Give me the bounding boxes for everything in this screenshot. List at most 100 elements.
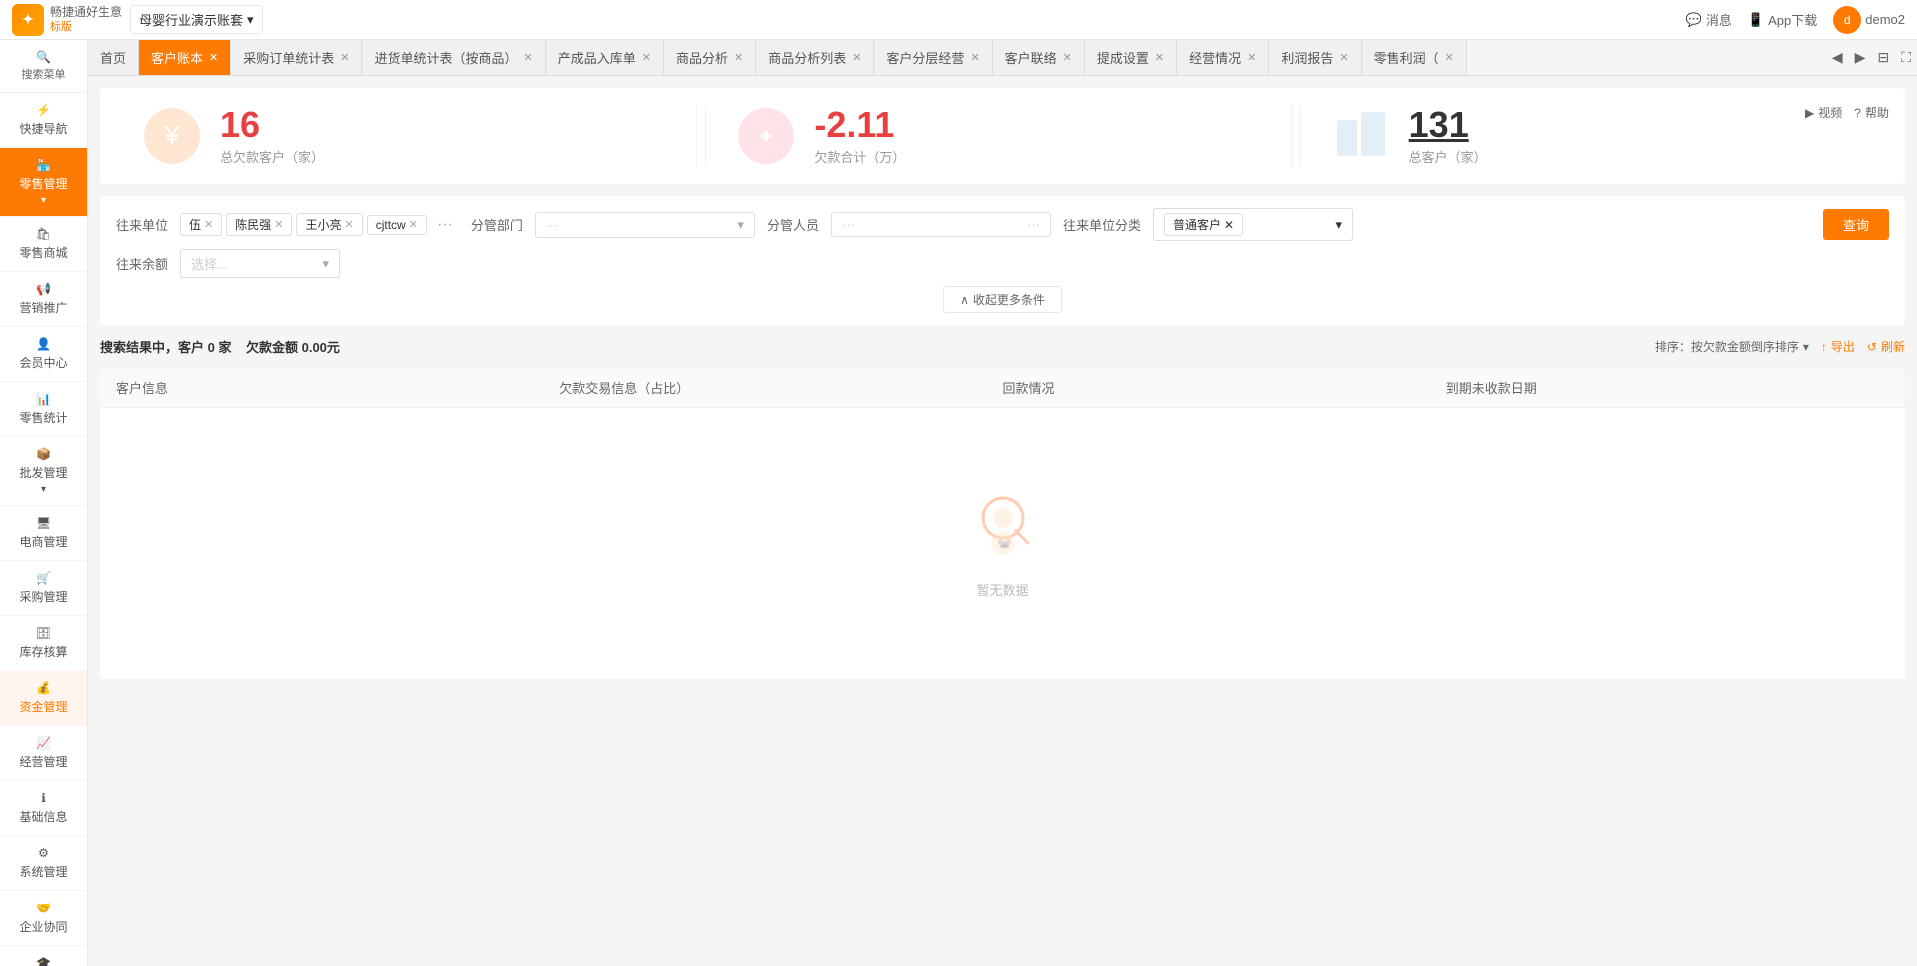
query-button[interactable]: 查询: [1823, 209, 1889, 240]
sidebar-item-retail-mall[interactable]: 🛍 零售商城: [0, 217, 87, 272]
stat-block-total-clients: 131 总客户（家）: [1309, 104, 1885, 168]
sidebar-item-ecommerce[interactable]: 🖥 电商管理: [0, 506, 87, 561]
tag-close-icon[interactable]: ✕: [345, 218, 354, 231]
person-filter-select[interactable]: ··· ···: [831, 212, 1051, 237]
sidebar-item-finance[interactable]: 💰 资金管理: [0, 671, 87, 726]
person-filter-label: 分管人员: [767, 215, 819, 234]
tab-close-icon[interactable]: ✕: [852, 51, 861, 64]
tab-nav-fullscreen[interactable]: ⛶: [1895, 40, 1917, 76]
table-header-customer-info: 客户信息: [116, 378, 559, 397]
sidebar-item-inventory[interactable]: 🗄 库存核算: [0, 616, 87, 671]
tab-close-icon[interactable]: ✕: [1063, 51, 1072, 64]
tab-customer-segment[interactable]: 客户分层经营 ✕: [874, 40, 992, 76]
tab-product-analysis[interactable]: 商品分析 ✕: [664, 40, 756, 76]
stats-bar: ▶ 视频 ? 帮助 ¥: [100, 88, 1905, 184]
table-empty-state: 🐭 暂无数据: [100, 408, 1905, 679]
sidebar-item-basic-info[interactable]: ℹ 基础信息: [0, 781, 87, 836]
export-icon: ↑: [1821, 340, 1827, 354]
operations-icon: 📈: [36, 736, 51, 750]
sidebar-item-operations[interactable]: 📈 经营管理: [0, 726, 87, 781]
stat-icon-receivable: ✦: [734, 104, 798, 168]
tab-close-icon[interactable]: ✕: [734, 51, 743, 64]
sidebar-item-marketing[interactable]: 📢 营销推广: [0, 272, 87, 327]
message-button[interactable]: 💬 消息: [1686, 10, 1732, 29]
sidebar-item-enterprise[interactable]: 🤝 企业协同: [0, 891, 87, 946]
sort-select[interactable]: 排序：按欠款金额倒序排序 ▾: [1655, 338, 1809, 355]
video-help-button[interactable]: ▶ 视频: [1805, 104, 1842, 121]
search-icon: 🔍: [8, 50, 79, 64]
tab-close-icon[interactable]: ✕: [524, 51, 533, 64]
sidebar-item-quick-nav[interactable]: ⚡ 快捷导航: [0, 93, 87, 148]
tab-nav-menu[interactable]: ⊟: [1871, 40, 1895, 76]
refresh-button[interactable]: ↺ 刷新: [1867, 338, 1905, 355]
collapse-button[interactable]: ∧ 收起更多条件: [943, 286, 1062, 313]
balance-filter-label: 往来余额: [116, 254, 168, 273]
sidebar-item-wholesale[interactable]: 📦 批发管理 ▾: [0, 437, 87, 506]
department-filter-label: 分管部门: [471, 215, 523, 234]
tab-nav-prev[interactable]: ◀: [1826, 40, 1849, 76]
department-filter-select[interactable]: ··· ▾: [535, 212, 755, 238]
results-bar: 搜索结果中，客户 0 家 欠款金额 0.00元 排序：按欠款金额倒序排序 ▾ ↑…: [100, 333, 1905, 360]
tab-nav-next[interactable]: ▶: [1849, 40, 1872, 76]
tab-stock-stats[interactable]: 进货单统计表（按商品） ✕: [362, 40, 545, 76]
balance-filter-select[interactable]: 选择... ▾: [180, 249, 340, 278]
sidebar-item-sys-mgmt[interactable]: ⚙ 系统管理: [0, 836, 87, 891]
tab-improve-settings[interactable]: 提成设置 ✕: [1085, 40, 1177, 76]
tab-home[interactable]: 首页: [88, 40, 139, 76]
tab-close-icon[interactable]: ✕: [1247, 51, 1256, 64]
tag-close-icon[interactable]: ✕: [409, 218, 418, 231]
tab-bar: 首页 客户账本 ✕ 采购订单统计表 ✕ 进货单统计表（按商品） ✕ 产成品入库单…: [88, 40, 1917, 76]
tab-purchase-order[interactable]: 采购订单统计表 ✕: [231, 40, 362, 76]
sidebar-item-new-guide[interactable]: 🎓 新手引导: [0, 946, 87, 966]
sidebar-item-purchase[interactable]: 🛒 采购管理: [0, 561, 87, 616]
tab-close-icon[interactable]: ✕: [1155, 51, 1164, 64]
sidebar-item-retail-stats[interactable]: 📊 零售统计: [0, 382, 87, 437]
svg-text:✦: ✦: [757, 124, 775, 149]
unit-filter-label: 往来单位: [116, 215, 168, 234]
tab-cost-in[interactable]: 产成品入库单 ✕: [546, 40, 664, 76]
refresh-icon: ↺: [1867, 340, 1877, 354]
stat-receivable-value: -2.11: [814, 107, 1270, 143]
table-header-due-date: 到期未收款日期: [1446, 378, 1889, 397]
filter-tag-4: cjttcw ✕: [367, 215, 427, 235]
sidebar-search[interactable]: 🔍 搜索菜单: [0, 40, 87, 93]
sidebar-item-member[interactable]: 👤 会员中心: [0, 327, 87, 382]
stat-clients-label: 总客户（家）: [1409, 147, 1865, 166]
tag-close-icon[interactable]: ✕: [1224, 218, 1234, 232]
sidebar-item-retail-mgmt[interactable]: 🏪 零售管理 ▾: [0, 148, 87, 217]
user-profile[interactable]: d demo2: [1833, 6, 1905, 34]
help-button[interactable]: ? 帮助: [1854, 104, 1889, 121]
content-area: 首页 客户账本 ✕ 采购订单统计表 ✕ 进货单统计表（按商品） ✕ 产成品入库单…: [88, 40, 1917, 966]
chevron-up-icon: ∧: [960, 293, 969, 307]
tab-close-icon[interactable]: ✕: [209, 51, 218, 64]
tab-close-icon[interactable]: ✕: [1339, 51, 1348, 64]
tag-close-icon[interactable]: ✕: [204, 218, 213, 231]
tab-biz-situation[interactable]: 经营情况 ✕: [1177, 40, 1269, 76]
tab-profit-report[interactable]: 利润报告 ✕: [1269, 40, 1361, 76]
tab-close-icon[interactable]: ✕: [970, 51, 979, 64]
stat-receivable-label: 欠款合计（万）: [814, 147, 1270, 166]
results-actions: 排序：按欠款金额倒序排序 ▾ ↑ 导出 ↺ 刷新: [1655, 338, 1905, 355]
sort-label-text: 排序：按欠款金额倒序排序: [1655, 338, 1799, 355]
tab-product-analysis-list[interactable]: 商品分析列表 ✕: [756, 40, 874, 76]
tab-close-icon[interactable]: ✕: [340, 51, 349, 64]
arrow-icon: ···: [1027, 217, 1040, 232]
filter-more-tags[interactable]: ···: [431, 214, 459, 236]
stat-icon-clients: [1329, 104, 1393, 168]
export-button[interactable]: ↑ 导出: [1821, 338, 1855, 355]
app-download-button[interactable]: 📱 App下载: [1748, 10, 1817, 29]
tab-customer-contact[interactable]: 客户联络 ✕: [993, 40, 1085, 76]
guide-icon: 🎓: [36, 956, 51, 966]
workspace-selector[interactable]: 母婴行业演示账套 ▾: [130, 5, 263, 34]
svg-text:🐭: 🐭: [997, 537, 1012, 551]
filter-tags: 伍 ✕ 陈民强 ✕ 王小亮 ✕ cjttcw ✕: [180, 213, 459, 236]
category-filter-select[interactable]: 普通客户 ✕ ▾: [1153, 208, 1353, 241]
enterprise-icon: 🤝: [36, 901, 51, 915]
filter-row-2: 往来余额 选择... ▾: [116, 249, 1889, 278]
stat-icon-customers: ¥: [140, 104, 204, 168]
tab-customer-capital[interactable]: 客户账本 ✕: [139, 40, 231, 76]
tab-retail-profit[interactable]: 零售利润（ ✕: [1362, 40, 1467, 76]
tab-close-icon[interactable]: ✕: [642, 51, 651, 64]
tab-close-icon[interactable]: ✕: [1445, 51, 1454, 64]
tag-close-icon[interactable]: ✕: [274, 218, 283, 231]
